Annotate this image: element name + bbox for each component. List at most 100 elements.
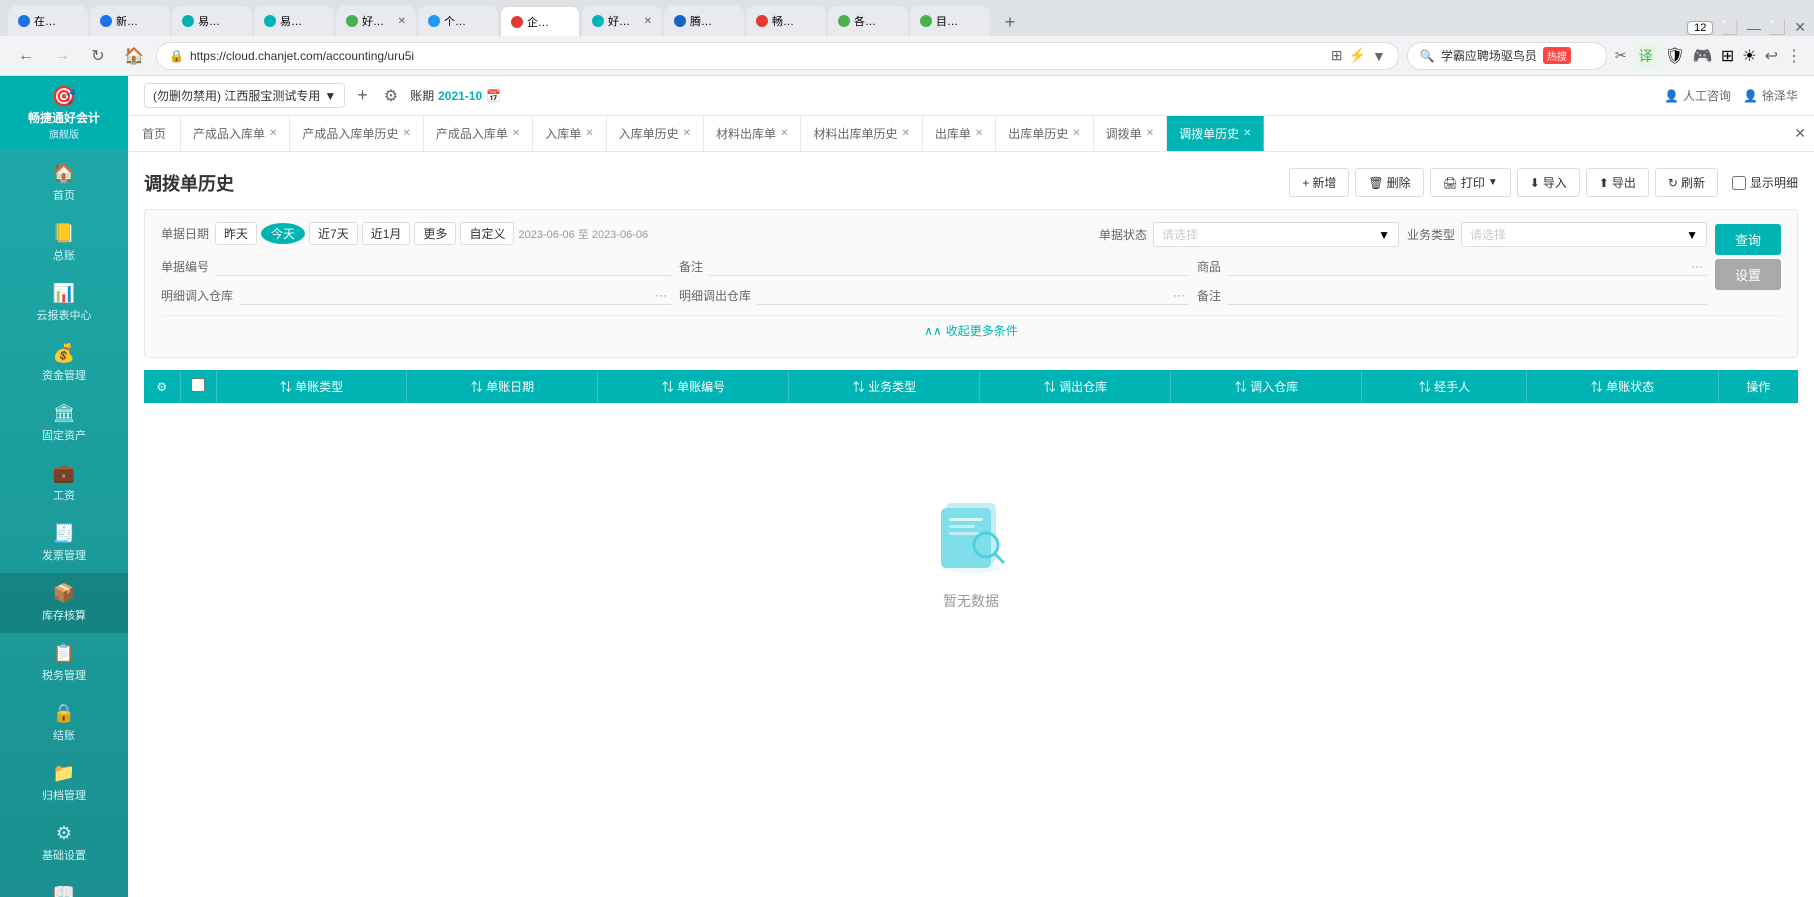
browser-tab[interactable]: 新… xyxy=(90,6,170,36)
yesterday-button[interactable]: 昨天 xyxy=(215,222,257,245)
page-tab-home[interactable]: 首页 xyxy=(128,116,181,152)
shield-icon[interactable]: 🛡 xyxy=(1665,46,1685,66)
export-button[interactable]: ⬆ 导出 xyxy=(1586,168,1649,197)
add-company-button[interactable]: + xyxy=(353,85,372,106)
sidebar-item-closing[interactable]: 🔒 结账 xyxy=(0,693,128,753)
undo-icon[interactable]: ↩ xyxy=(1765,46,1778,66)
dropdown-icon[interactable]: ▼ xyxy=(1372,48,1386,64)
reload-button[interactable]: ↻ xyxy=(84,42,112,70)
tab-close-icon[interactable]: ✕ xyxy=(269,128,277,139)
minimize-icon[interactable]: — xyxy=(1747,20,1761,36)
page-tab-out-history[interactable]: 出库单历史 ✕ xyxy=(996,116,1093,152)
goods-selector[interactable]: ··· xyxy=(1227,257,1707,276)
page-tab-storage-in[interactable]: 入库单 ✕ xyxy=(533,116,606,152)
sidebar-item-reports[interactable]: 📊 云报表中心 xyxy=(0,273,128,333)
forward-button[interactable]: → xyxy=(48,42,76,70)
close-window-icon[interactable]: ✕ xyxy=(1794,19,1806,36)
doc-num-input[interactable] xyxy=(215,257,671,276)
tab-close-icon[interactable]: ✕ xyxy=(780,128,788,139)
week-button[interactable]: 近7天 xyxy=(309,222,358,245)
page-tab-produce-in[interactable]: 产成品入库单 ✕ xyxy=(181,116,290,152)
address-bar[interactable]: 🔒 https://cloud.chanjet.com/accounting/u… xyxy=(156,42,1399,70)
col-out-header[interactable]: ⇅ 调出仓库 xyxy=(980,370,1171,403)
col-in-header[interactable]: ⇅ 调入仓库 xyxy=(1171,370,1362,403)
browser-tab[interactable]: 目… xyxy=(910,6,990,36)
delete-button[interactable]: 🗑 删除 xyxy=(1355,168,1423,197)
col-gear-header[interactable]: ⚙ xyxy=(144,370,180,403)
tab-close-icon[interactable]: ✕ xyxy=(683,128,691,139)
lightning-icon[interactable]: ⚡ xyxy=(1349,47,1366,64)
custom-button[interactable]: 自定义 xyxy=(460,222,514,245)
browser-tab[interactable]: 个… xyxy=(418,6,498,36)
extensions-icon[interactable]: ⬜ xyxy=(1721,19,1738,36)
tab-close-icon[interactable]: ✕ xyxy=(512,128,520,139)
status-select[interactable]: 请选择 ▼ xyxy=(1153,222,1399,247)
tab-close-icon[interactable]: ✕ xyxy=(585,128,593,139)
page-tab-produce-in-history[interactable]: 产成品入库单历史 ✕ xyxy=(290,116,423,152)
select-all-checkbox[interactable] xyxy=(191,378,205,392)
grid-view-icon[interactable]: ⊞ xyxy=(1721,46,1734,66)
detail-in-selector[interactable]: ··· xyxy=(239,286,671,305)
print-dropdown-icon[interactable]: ▼ xyxy=(1488,177,1498,188)
sidebar-item-inventory[interactable]: 📦 库存核算 xyxy=(0,573,128,633)
col-date-header[interactable]: ⇅ 单账日期 xyxy=(407,370,598,403)
translate-icon[interactable]: 译 xyxy=(1635,44,1657,68)
sidebar-item-ledger[interactable]: 📒 总账 xyxy=(0,213,128,273)
maximize-icon[interactable]: ⬜ xyxy=(1769,19,1786,36)
col-status-header[interactable]: ⇅ 单账状态 xyxy=(1527,370,1718,403)
col-handler-header[interactable]: ⇅ 经手人 xyxy=(1362,370,1527,403)
new-tab-button[interactable]: + xyxy=(996,8,1024,36)
col-biz-header[interactable]: ⇅ 业务类型 xyxy=(789,370,980,403)
theme-icon[interactable]: ☀ xyxy=(1742,46,1756,66)
service-button[interactable]: 👤 人工咨询 xyxy=(1664,87,1731,104)
tab-close-icon[interactable]: ✕ xyxy=(1146,128,1154,139)
query-button[interactable]: 查询 xyxy=(1715,224,1781,255)
sidebar-item-basic[interactable]: ⚙ 基础设置 xyxy=(0,813,128,873)
biz-type-select[interactable]: 请选择 ▼ xyxy=(1461,222,1707,247)
col-num-header[interactable]: ⇅ 单账编号 xyxy=(598,370,789,403)
filter-settings-button[interactable]: 设置 xyxy=(1715,259,1781,290)
browser-tab[interactable]: 易… xyxy=(254,6,334,36)
browser-tab[interactable]: 好… ✕ xyxy=(582,6,662,36)
print-button[interactable]: 🖨 打印 ▼ xyxy=(1430,168,1511,197)
new-button[interactable]: + + 新增 新增 xyxy=(1289,168,1349,197)
sidebar-item-home[interactable]: 🏠 首页 xyxy=(0,153,128,213)
scissors-icon[interactable]: ✂ xyxy=(1615,47,1627,64)
collapse-filter-button[interactable]: ∧∧ 收起更多条件 xyxy=(161,315,1781,345)
settings-gear-button[interactable]: ⚙ xyxy=(380,86,402,106)
col-check-header[interactable] xyxy=(180,370,216,403)
browser-tab[interactable]: 企… xyxy=(500,6,580,36)
sidebar-item-invoices[interactable]: 🧾 发票管理 xyxy=(0,513,128,573)
col-type-header[interactable]: ⇅ 单账类型 xyxy=(216,370,407,403)
remarks-input[interactable] xyxy=(709,257,1189,276)
page-tab-material-out[interactable]: 材料出库单 ✕ xyxy=(704,116,801,152)
tab-close-icon[interactable]: ✕ xyxy=(398,16,406,27)
gamepad-icon[interactable]: 🎮 xyxy=(1693,46,1713,66)
month-button[interactable]: 近1月 xyxy=(362,222,411,245)
page-tab-storage-in-history[interactable]: 入库单历史 ✕ xyxy=(607,116,704,152)
today-button[interactable]: 今天 xyxy=(261,223,305,244)
browser-tab[interactable]: 在… xyxy=(8,6,88,36)
user-avatar[interactable]: 👤 徐泽华 xyxy=(1743,87,1798,104)
page-tab-produce-in2[interactable]: 产成品入库单 ✕ xyxy=(424,116,533,152)
browser-tab[interactable]: 腾… xyxy=(664,6,744,36)
page-tab-material-out-history[interactable]: 材料出库单历史 ✕ xyxy=(801,116,922,152)
sidebar-item-assets[interactable]: 🏛 固定资产 xyxy=(0,393,128,453)
sidebar-item-wages[interactable]: 💼 工资 xyxy=(0,453,128,513)
calendar-icon[interactable]: 📅 xyxy=(486,89,501,103)
page-tab-transfer[interactable]: 调拨单 ✕ xyxy=(1094,116,1167,152)
company-selector[interactable]: (勿删勿禁用) 江西服宝测试专用 ▼ xyxy=(144,83,345,108)
page-tab-transfer-history[interactable]: 调拨单历史 ✕ xyxy=(1167,116,1264,152)
browser-tab[interactable]: 各… xyxy=(828,6,908,36)
close-all-tabs-button[interactable]: ✕ xyxy=(1786,125,1814,142)
search-bar[interactable]: 🔍 学霸应聘场驱鸟员 热搜 xyxy=(1407,42,1607,70)
tab-close-icon[interactable]: ✕ xyxy=(1243,128,1251,139)
tab-close-icon[interactable]: ✕ xyxy=(975,128,983,139)
menu-icon[interactable]: ⋮ xyxy=(1786,46,1802,66)
sidebar-item-archive[interactable]: 📁 归档管理 xyxy=(0,753,128,813)
tab-close-icon[interactable]: ✕ xyxy=(402,128,410,139)
back-button[interactable]: ← xyxy=(12,42,40,70)
import-button[interactable]: ⬇ 导入 xyxy=(1517,168,1580,197)
remark2-input[interactable] xyxy=(1227,286,1707,305)
browser-tab[interactable]: 畅… xyxy=(746,6,826,36)
